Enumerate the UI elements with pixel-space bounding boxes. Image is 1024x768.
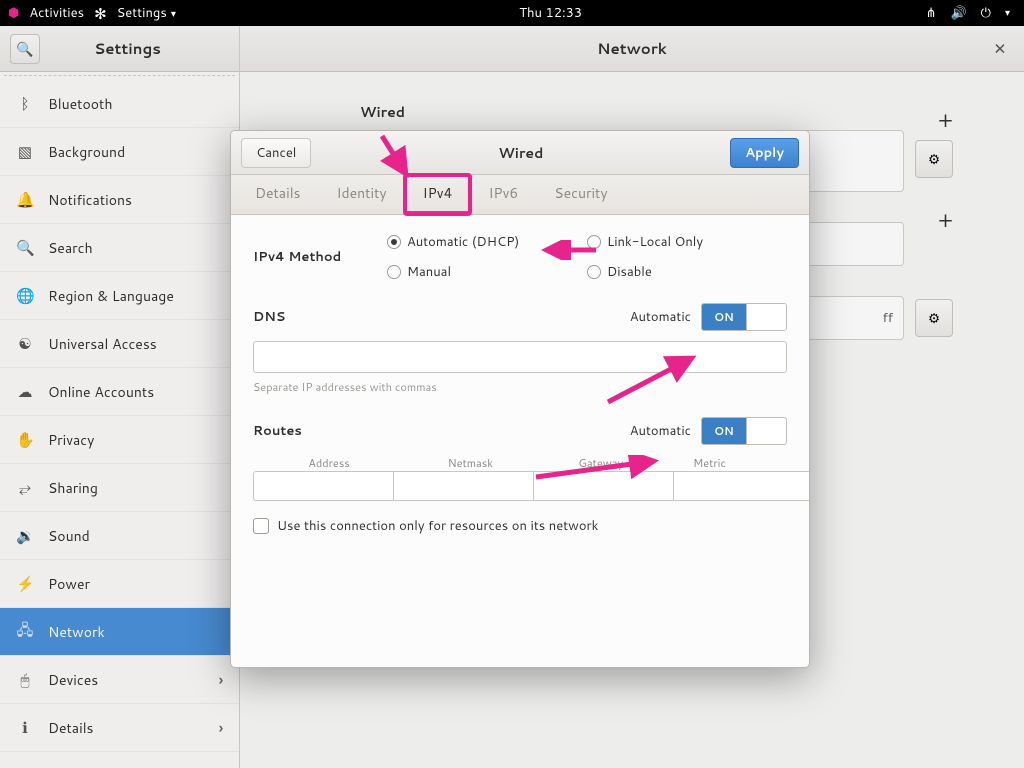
method-automatic-radio[interactable]: Automatic (DHCP) (387, 233, 587, 251)
dns-label: DNS (253, 308, 630, 326)
routes-automatic-label: Automatic (630, 422, 691, 440)
col-address: Address (253, 455, 405, 471)
connection-dialog: Cancel Wired Apply DetailsIdentityIPv4IP… (230, 130, 810, 668)
ipv4-method-label: IPv4 Method (253, 248, 387, 266)
col-netmask: Netmask (405, 455, 535, 471)
app-menu[interactable]: Settings (117, 4, 176, 22)
route-address-input[interactable] (253, 471, 393, 501)
tab-ipv4[interactable]: IPv4 (405, 175, 471, 214)
method-manual-radio[interactable]: Manual (387, 263, 587, 281)
activities-button[interactable]: Activities (29, 4, 84, 22)
volume-icon[interactable]: 🔊 (950, 4, 966, 22)
tab-details[interactable]: Details (237, 175, 319, 214)
method-disable-radio[interactable]: Disable (587, 263, 787, 281)
system-menu-chevron-icon[interactable]: ▾ (1005, 6, 1010, 20)
gear-icon: ✻ (94, 3, 107, 24)
clock[interactable]: Thu 12:33 (176, 4, 926, 22)
dns-input[interactable] (253, 341, 787, 373)
activities-logo-icon: ⬢ (8, 4, 19, 22)
tab-identity[interactable]: Identity (319, 175, 405, 214)
tab-ipv6[interactable]: IPv6 (470, 175, 536, 214)
route-netmask-input[interactable] (393, 471, 533, 501)
dialog-tabs: DetailsIdentityIPv4IPv6Security (231, 175, 809, 215)
only-resources-checkbox[interactable] (253, 518, 269, 534)
dialog-title: Wired (311, 143, 730, 163)
tab-security[interactable]: Security (536, 175, 625, 214)
top-bar: ⬢ Activities ✻ Settings Thu 12:33 ⋔ 🔊 ⏻ … (0, 0, 1024, 26)
cancel-button[interactable]: Cancel (241, 138, 311, 168)
routes-label: Routes (253, 422, 630, 440)
dns-hint: Separate IP addresses with commas (253, 379, 787, 395)
dns-automatic-label: Automatic (630, 308, 691, 326)
col-metric: Metric (666, 455, 753, 471)
route-metric-input[interactable] (673, 471, 809, 501)
dns-automatic-switch[interactable]: ON (701, 303, 787, 331)
apply-button[interactable]: Apply (730, 138, 799, 168)
route-gateway-input[interactable] (533, 471, 673, 501)
only-resources-label: Use this connection only for resources o… (277, 517, 598, 535)
network-status-icon[interactable]: ⋔ (926, 4, 937, 22)
power-icon[interactable]: ⏻ (981, 4, 991, 22)
method-link-local-radio[interactable]: Link-Local Only (587, 233, 787, 251)
routes-automatic-switch[interactable]: ON (701, 417, 787, 445)
col-gateway: Gateway (536, 455, 666, 471)
